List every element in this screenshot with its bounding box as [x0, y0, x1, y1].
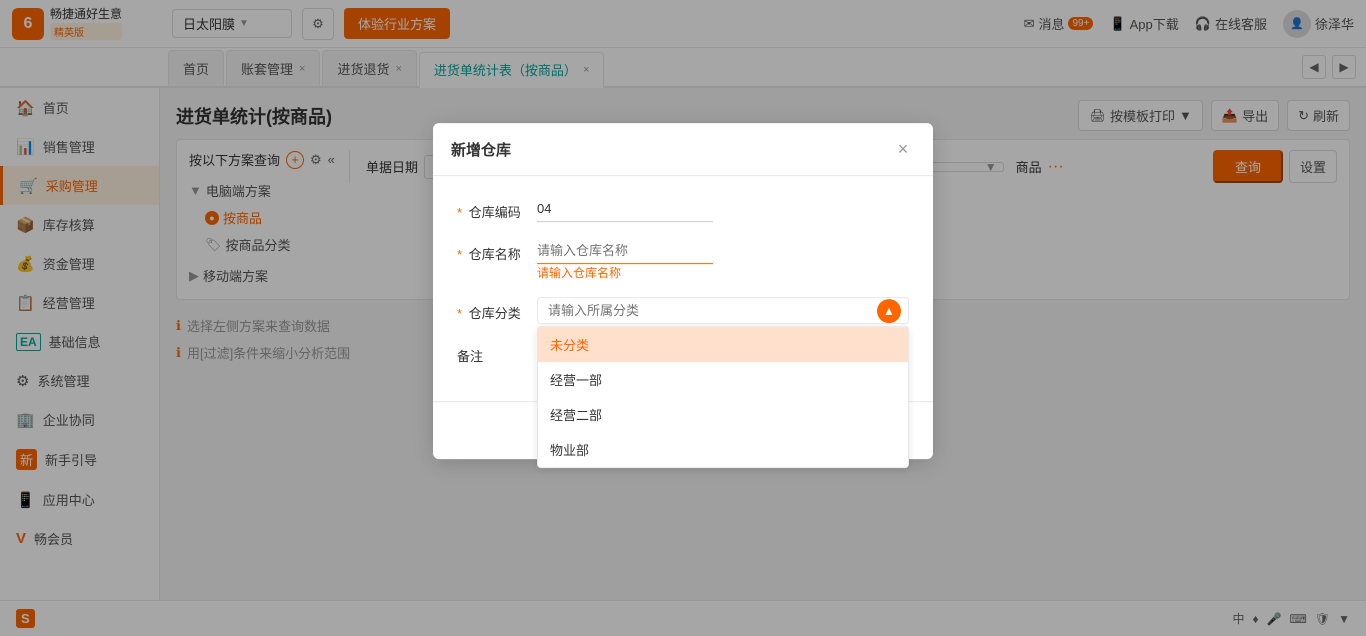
remark-label: 备注 [457, 340, 537, 365]
modal-header: 新增仓库 × [433, 123, 933, 176]
modal-body: * 仓库编码 * 仓库名称 请输入仓库名称 [433, 176, 933, 401]
add-warehouse-modal: 新增仓库 × * 仓库编码 * 仓库名称 [433, 123, 933, 459]
warehouse-code-label: * 仓库编码 [457, 196, 537, 221]
warehouse-code-row: * 仓库编码 [457, 196, 909, 222]
warehouse-code-input[interactable] [537, 196, 713, 222]
dropdown-option-uncategorized[interactable]: 未分类 [538, 327, 908, 362]
dropdown-option-property[interactable]: 物业部 [538, 432, 908, 467]
warehouse-name-label: * 仓库名称 [457, 238, 537, 263]
modal-close-button[interactable]: × [891, 137, 915, 161]
category-dropdown-list: 未分类 经营一部 经营二部 物业部 [537, 326, 909, 468]
warehouse-category-row: * 仓库分类 ▲ 未分类 经营一部 经营二部 物业部 [457, 297, 909, 324]
warehouse-name-input[interactable] [537, 238, 713, 264]
dropdown-option-dept1[interactable]: 经营一部 [538, 362, 908, 397]
modal-title: 新增仓库 [451, 139, 511, 160]
dropdown-option-dept2[interactable]: 经营二部 [538, 397, 908, 432]
warehouse-name-row: * 仓库名称 请输入仓库名称 [457, 238, 909, 281]
warehouse-category-label: * 仓库分类 [457, 297, 537, 322]
warehouse-name-error: 请输入仓库名称 [537, 264, 621, 281]
warehouse-name-input-wrap [537, 238, 713, 264]
category-dropdown-toggle[interactable]: ▲ [877, 299, 901, 323]
warehouse-category-select-wrap: ▲ 未分类 经营一部 经营二部 物业部 [537, 297, 909, 324]
warehouse-code-input-wrap [537, 196, 909, 222]
warehouse-category-input[interactable] [537, 297, 909, 324]
